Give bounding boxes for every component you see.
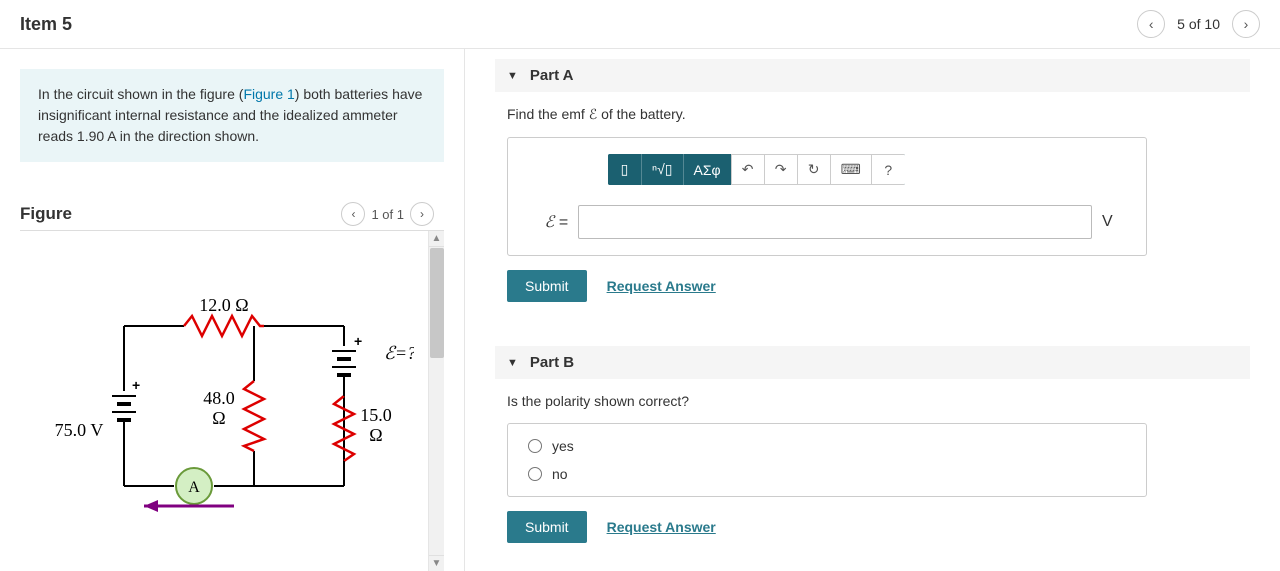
svg-text:+: + [354,333,362,349]
next-figure-button[interactable]: › [410,202,434,226]
label-v-left: 75.0 V [55,420,104,440]
figure-nav: ‹ 1 of 1 › [341,202,434,226]
label-r-mid: 48.0 [203,388,235,408]
toolbar-root-button[interactable]: ⁿ√▯ [642,154,684,185]
option-yes-radio[interactable] [528,439,542,453]
label-r-mid-unit: Ω [212,408,225,428]
figure-header: Figure ‹ 1 of 1 › [20,202,444,226]
collapse-icon: ▼ [507,357,518,369]
scroll-thumb[interactable] [430,248,444,358]
part-a-request-link[interactable]: Request Answer [607,278,716,294]
figure-position: 1 of 1 [371,207,404,222]
item-nav: ‹ 5 of 10 › [1137,10,1260,38]
label-emf: ℰ=? [384,343,414,363]
circuit-diagram: 12.0 Ω 48.0 Ω 15.0 Ω 75.0 V ℰ=? A + + [34,286,414,526]
toolbar-greek-button[interactable]: ΑΣφ [684,154,732,185]
left-column: In the circuit shown in the figure (Figu… [0,49,465,571]
figure-canvas: 12.0 Ω 48.0 Ω 15.0 Ω 75.0 V ℰ=? A + + [20,231,428,571]
equation-toolbar: ▯ ⁿ√▯ ΑΣφ ↶ ↷ ↻ ⌨ ? [608,154,905,185]
collapse-icon: ▼ [507,70,518,82]
toolbar-undo-button[interactable]: ↶ [731,154,765,185]
item-position: 5 of 10 [1173,16,1224,32]
part-b-header[interactable]: ▼ Part B [495,346,1250,379]
part-b-prompt: Is the polarity shown correct? [495,393,1250,423]
answer-input-row: ℰ = V [528,205,1126,239]
figure-area: 12.0 Ω 48.0 Ω 15.0 Ω 75.0 V ℰ=? A + + ▲ … [20,230,444,571]
label-r-right: 15.0 [360,405,392,425]
unit-label: V [1102,213,1126,231]
part-b-title: Part B [530,354,574,371]
eq-label: ℰ = [528,212,568,232]
toolbar-templates-button[interactable]: ▯ [608,154,642,185]
part-a-submit-button[interactable]: Submit [507,270,587,302]
main-content: In the circuit shown in the figure (Figu… [0,49,1280,571]
label-ammeter: A [188,479,200,496]
page-header: Item 5 ‹ 5 of 10 › [0,0,1280,49]
part-b-section: ▼ Part B Is the polarity shown correct? … [495,346,1250,559]
scroll-down-icon[interactable]: ▼ [429,555,444,571]
scroll-up-icon[interactable]: ▲ [429,231,444,247]
label-r-top: 12.0 Ω [199,295,248,315]
toolbar-keyboard-button[interactable]: ⌨ [830,154,872,185]
part-b-actions: Submit Request Answer [495,511,1250,559]
figure-scrollbar[interactable]: ▲ ▼ [428,231,444,571]
item-title: Item 5 [20,14,72,35]
part-a-actions: Submit Request Answer [495,270,1250,318]
part-a-answer-box: ▯ ⁿ√▯ ΑΣφ ↶ ↷ ↻ ⌨ ? ℰ = V [507,137,1147,256]
label-r-right-unit: Ω [369,425,382,445]
figure-link[interactable]: Figure 1 [243,86,294,102]
svg-text:+: + [132,377,140,393]
part-a-prompt: Find the emf ℰ of the battery. [495,106,1250,137]
problem-text-1: In the circuit shown in the figure ( [38,86,243,102]
problem-statement: In the circuit shown in the figure (Figu… [20,69,444,162]
figure-heading: Figure [20,204,72,224]
prev-figure-button[interactable]: ‹ [341,202,365,226]
next-item-button[interactable]: › [1232,10,1260,38]
option-no-label: no [552,466,568,482]
option-no-row[interactable]: no [528,466,1126,482]
right-column: ▼ Part A Find the emf ℰ of the battery. … [465,49,1280,571]
prev-item-button[interactable]: ‹ [1137,10,1165,38]
option-yes-row[interactable]: yes [528,438,1126,454]
toolbar-redo-button[interactable]: ↷ [764,154,798,185]
emf-input[interactable] [578,205,1092,239]
part-b-options: yes no [507,423,1147,497]
part-b-request-link[interactable]: Request Answer [607,519,716,535]
part-a-title: Part A [530,67,574,84]
part-b-submit-button[interactable]: Submit [507,511,587,543]
option-yes-label: yes [552,438,574,454]
toolbar-reset-button[interactable]: ↻ [797,154,831,185]
option-no-radio[interactable] [528,467,542,481]
part-a-header[interactable]: ▼ Part A [495,59,1250,92]
toolbar-help-button[interactable]: ? [871,154,905,185]
